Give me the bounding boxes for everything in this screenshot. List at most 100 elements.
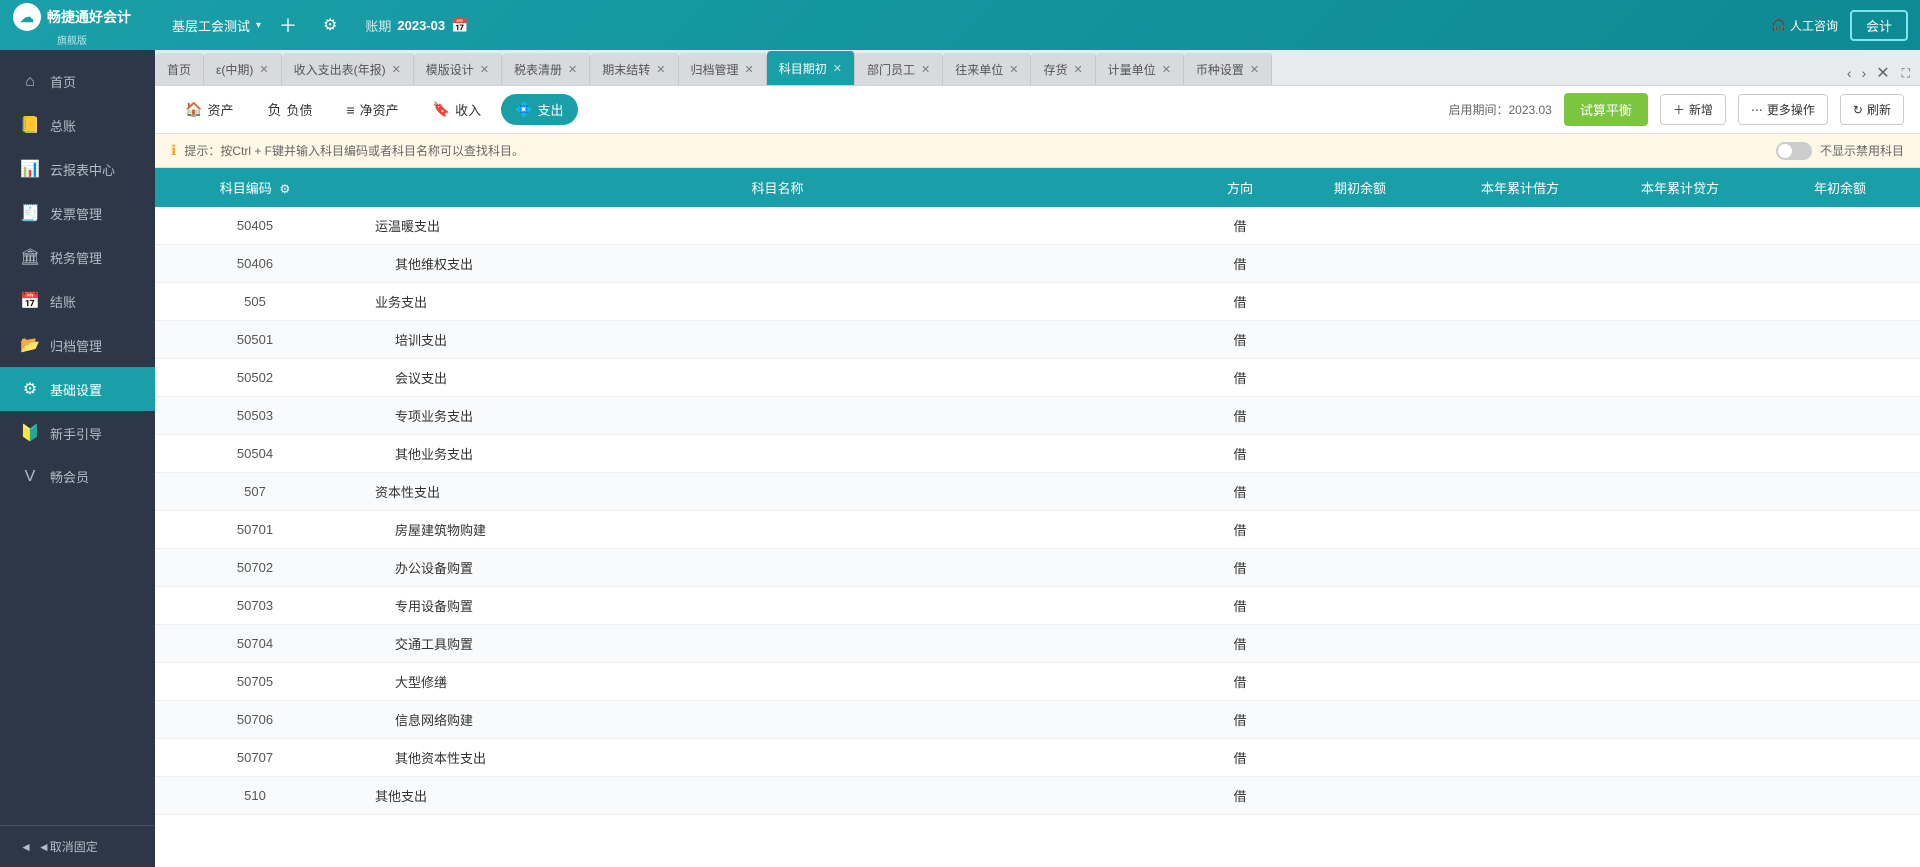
sidebar-item-reports[interactable]: 📊 云报表中心 xyxy=(0,147,155,191)
tab-close-all-button[interactable]: ✕ xyxy=(1872,61,1893,85)
gear-icon[interactable]: ⚙ xyxy=(279,182,290,196)
filter-tab-liability[interactable]: 负 负债 xyxy=(253,94,326,126)
ledger-icon: 📒 xyxy=(20,115,40,135)
tab-arrow-left[interactable]: ‹ xyxy=(1843,63,1856,83)
filter-tab-expense[interactable]: 💠 支出 xyxy=(501,94,577,125)
table-row[interactable]: 50504其他业务支出借 xyxy=(155,435,1920,473)
table-row[interactable]: 50406其他维权支出借 xyxy=(155,245,1920,283)
cell-name: 会议支出 xyxy=(355,359,1200,397)
tab-home[interactable]: 首页 xyxy=(155,53,204,85)
support-button[interactable]: 🎧 人工咨询 xyxy=(1771,17,1838,34)
sidebar-label-reports: 云报表中心 xyxy=(50,160,115,179)
tab-partners[interactable]: 往来单位 ✕ xyxy=(943,53,1031,85)
sidebar-item-settings[interactable]: ⚙ 基础设置 xyxy=(0,367,155,411)
col-header-ytd-credit: 本年累计贷方 xyxy=(1600,168,1760,207)
tab-close-inventory[interactable]: ✕ xyxy=(1073,63,1082,76)
table-row[interactable]: 50704交通工具购置借 xyxy=(155,625,1920,663)
cell-year-begin xyxy=(1760,739,1920,777)
table-row[interactable]: 507资本性支出借 xyxy=(155,473,1920,511)
sidebar-label-member: 畅会员 xyxy=(50,467,89,486)
filter-tab-asset[interactable]: 🏠 资产 xyxy=(171,94,247,125)
tab-close-currency[interactable]: ✕ xyxy=(1250,63,1259,76)
sidebar-item-tax[interactable]: 🏛 税务管理 xyxy=(0,235,155,279)
sidebar-item-ledger[interactable]: 📒 总账 xyxy=(0,103,155,147)
tab-close-period-mid[interactable]: ✕ xyxy=(259,63,268,76)
tab-inventory[interactable]: 存货 ✕ xyxy=(1031,53,1095,85)
toggle-disabled-subjects[interactable] xyxy=(1776,142,1812,160)
tab-template[interactable]: 模版设计 ✕ xyxy=(414,53,502,85)
info-icon: ℹ xyxy=(171,142,176,159)
tab-unit[interactable]: 计量单位 ✕ xyxy=(1096,53,1184,85)
tab-close-subject-initial[interactable]: ✕ xyxy=(833,62,842,75)
filter-tab-net-asset[interactable]: ≡ 净资产 xyxy=(332,94,412,125)
tab-close-period-end[interactable]: ✕ xyxy=(656,63,665,76)
sidebar-item-home[interactable]: ⌂ 首页 xyxy=(0,60,155,103)
filter-tab-income[interactable]: 🔖 收入 xyxy=(419,94,495,125)
table-row[interactable]: 50503专项业务支出借 xyxy=(155,397,1920,435)
cell-year-begin xyxy=(1760,549,1920,587)
sidebar-item-member[interactable]: V 畅会员 xyxy=(0,455,155,498)
table-row[interactable]: 50706信息网络购建借 xyxy=(155,701,1920,739)
add-button[interactable]: ＋ 新增 xyxy=(1660,94,1726,125)
tab-close-dept-staff[interactable]: ✕ xyxy=(921,63,930,76)
headset-icon: 🎧 xyxy=(1771,18,1786,32)
table-row[interactable]: 505业务支出借 xyxy=(155,283,1920,321)
table-row[interactable]: 50705大型修缮借 xyxy=(155,663,1920,701)
tab-close-archive-mgmt[interactable]: ✕ xyxy=(745,63,754,76)
sidebar-item-archive[interactable]: 📂 归档管理 xyxy=(0,323,155,367)
tab-arrow-right[interactable]: › xyxy=(1858,63,1871,83)
cell-direction: 借 xyxy=(1200,245,1280,283)
more-actions-button[interactable]: ⋯ 更多操作 xyxy=(1738,94,1828,125)
calendar-icon[interactable]: 📅 xyxy=(451,17,468,34)
cell-ytd-debit xyxy=(1440,245,1600,283)
cell-name: 其他资本性支出 xyxy=(355,739,1200,777)
cell-name: 办公设备购置 xyxy=(355,549,1200,587)
table-row[interactable]: 50502会议支出借 xyxy=(155,359,1920,397)
table-row[interactable]: 50707其他资本性支出借 xyxy=(155,739,1920,777)
table-row[interactable]: 50703专用设备购置借 xyxy=(155,587,1920,625)
refresh-icon: ↻ xyxy=(1853,103,1863,117)
table-row[interactable]: 510其他支出借 xyxy=(155,777,1920,815)
tab-subject-initial[interactable]: 科目期初 ✕ xyxy=(767,51,855,85)
tab-close-tax-list[interactable]: ✕ xyxy=(568,63,577,76)
tab-close-partners[interactable]: ✕ xyxy=(1009,63,1018,76)
cell-year-begin xyxy=(1760,283,1920,321)
sidebar-collapse-button[interactable]: ◄ ◄取消固定 xyxy=(0,825,155,867)
settings-button[interactable]: ⚙ xyxy=(315,15,345,35)
kuaiji-button[interactable]: 会计 xyxy=(1850,10,1908,41)
tab-close-template[interactable]: ✕ xyxy=(480,63,489,76)
sidebar-label-archive: 归档管理 xyxy=(50,336,102,355)
company-selector[interactable]: 基层工会测试 ▾ xyxy=(172,16,261,35)
table-row[interactable]: 50702办公设备购置借 xyxy=(155,549,1920,587)
table-row[interactable]: 50405运温暖支出借 xyxy=(155,207,1920,245)
tab-close-unit[interactable]: ✕ xyxy=(1162,63,1171,76)
cell-code: 50504 xyxy=(155,435,355,473)
tab-period-end[interactable]: 期末结转 ✕ xyxy=(590,53,678,85)
tab-close-income-annual[interactable]: ✕ xyxy=(392,63,401,76)
sidebar-item-invoice[interactable]: 🧾 发票管理 xyxy=(0,191,155,235)
balance-button[interactable]: 试算平衡 xyxy=(1564,93,1648,126)
tab-income-annual[interactable]: 收入支出表(年报) ✕ xyxy=(282,53,414,85)
tab-currency[interactable]: 币种设置 ✕ xyxy=(1184,53,1272,85)
cell-ytd-credit xyxy=(1600,739,1760,777)
tab-expand-button[interactable]: ⛶ xyxy=(1896,64,1916,83)
tab-tax-list[interactable]: 税表清册 ✕ xyxy=(502,53,590,85)
tab-dept-staff[interactable]: 部门员工 ✕ xyxy=(855,53,943,85)
cell-year-begin xyxy=(1760,663,1920,701)
add-tab-button[interactable]: ＋ xyxy=(271,12,305,38)
cell-opening-balance xyxy=(1280,359,1440,397)
tab-archive-mgmt[interactable]: 归档管理 ✕ xyxy=(679,53,767,85)
toggle-label: 不显示禁用科目 xyxy=(1820,142,1904,159)
cell-opening-balance xyxy=(1280,777,1440,815)
top-header: ☁ 畅捷通好会计 旗舰版 基层工会测试 ▾ ＋ ⚙ 账期 2023-03 📅 🎧… xyxy=(0,0,1920,50)
tab-period-mid[interactable]: ε(中期) ✕ xyxy=(204,53,282,85)
table-row[interactable]: 50701房屋建筑物购建借 xyxy=(155,511,1920,549)
sidebar-item-close[interactable]: 📅 结账 xyxy=(0,279,155,323)
table-row[interactable]: 50501培训支出借 xyxy=(155,321,1920,359)
refresh-label: 刷新 xyxy=(1867,101,1891,118)
cell-code: 50702 xyxy=(155,549,355,587)
sidebar-item-guide[interactable]: 🔰 新手引导 xyxy=(0,411,155,455)
cell-code: 50705 xyxy=(155,663,355,701)
refresh-button[interactable]: ↻ 刷新 xyxy=(1840,94,1904,125)
settings-icon: ⚙ xyxy=(20,379,40,399)
